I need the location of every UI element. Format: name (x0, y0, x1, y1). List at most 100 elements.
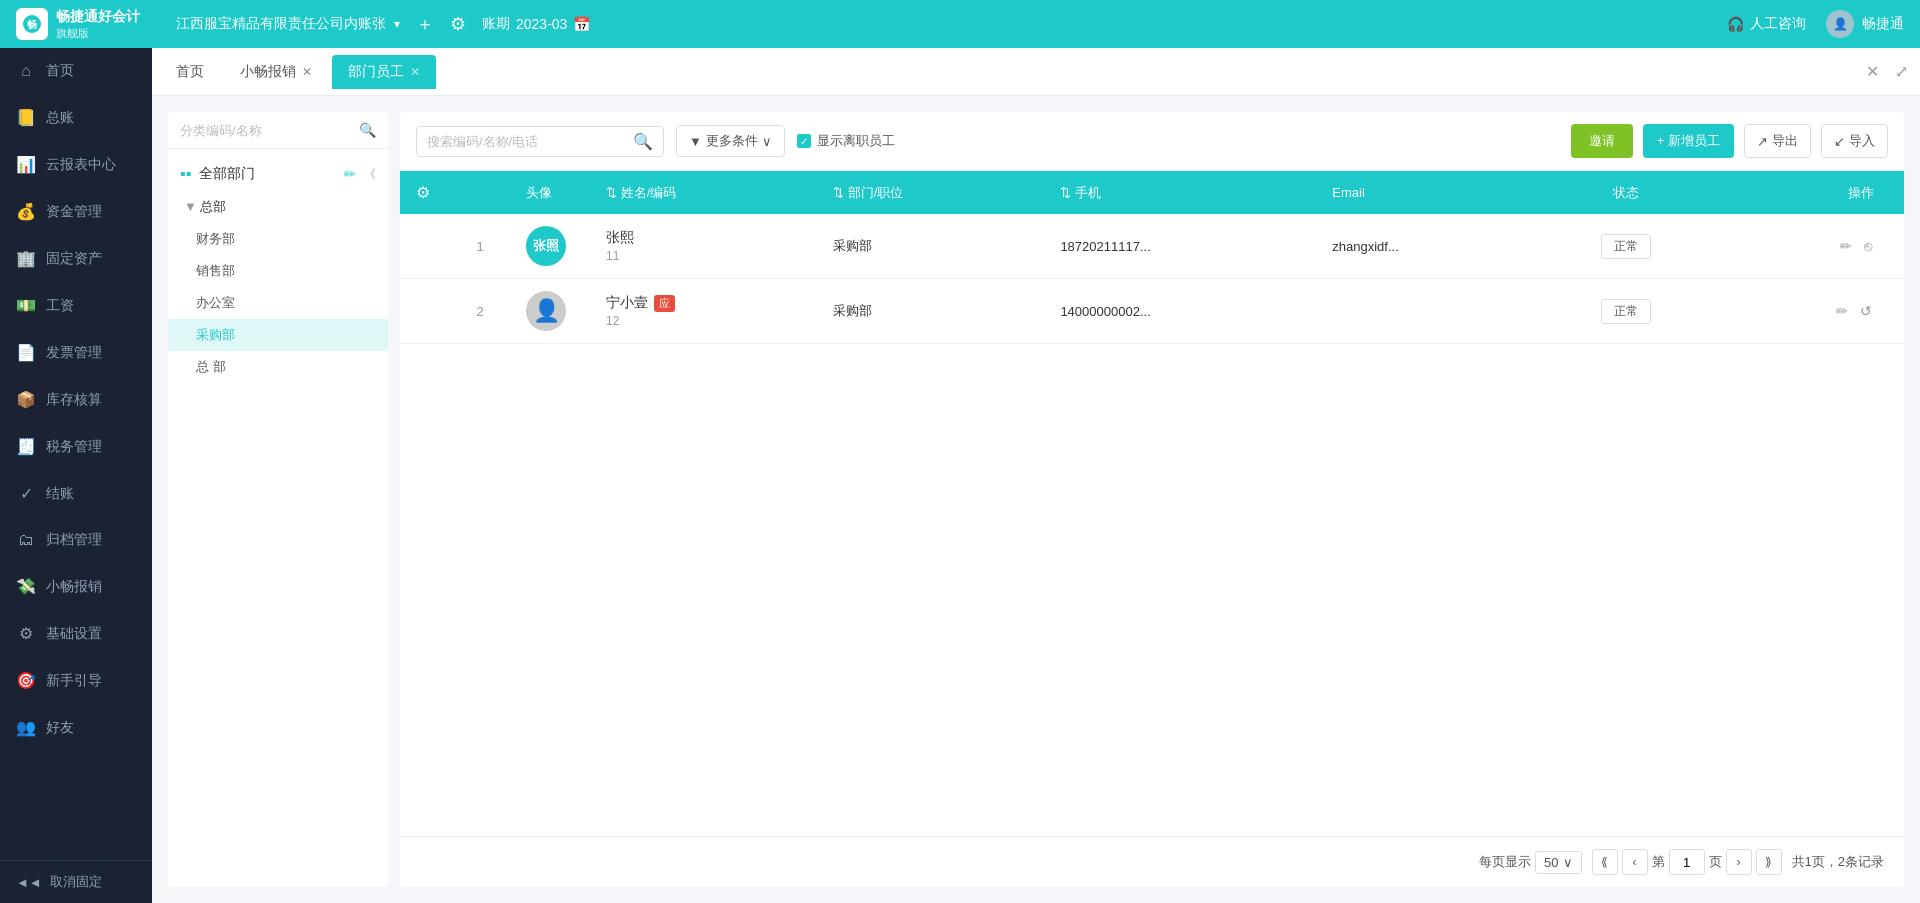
dept-collapse-icon[interactable]: 《 (364, 166, 376, 183)
employee-search-input[interactable] (427, 134, 627, 149)
sidebar-item-label: 库存核算 (46, 391, 102, 409)
sidebar-item-settings[interactable]: ⚙ 基础设置 (0, 610, 152, 657)
avatar: 张照 (526, 226, 566, 266)
dept-col-label: 部门/职位 (848, 185, 904, 200)
row2-settings (400, 279, 450, 344)
import-label: 导入 (1849, 132, 1875, 150)
action-column-header: 操作 (1717, 171, 1904, 214)
sidebar-item-label: 工资 (46, 297, 74, 315)
row1-email: zhangxidf... (1316, 214, 1535, 279)
avatar-silhouette-icon: 👤 (533, 298, 560, 324)
right-panel: 🔍 ▼ 更多条件 ∨ ✓ 显示离职员工 (400, 112, 1904, 887)
invite-button[interactable]: 邀请 (1571, 124, 1633, 158)
table: ⚙ 头像 ⇅ 姓名/编码 (400, 171, 1904, 344)
refresh-icon[interactable]: ↺ (1860, 303, 1872, 319)
page-size-dropdown[interactable]: 50 ∨ (1535, 851, 1581, 874)
sidebar-item-archive[interactable]: 🗂 归档管理 (0, 517, 152, 563)
sidebar-item-capital[interactable]: 💰 资金管理 (0, 188, 152, 235)
export-icon: ↗ (1757, 134, 1768, 149)
sidebar-item-invoice[interactable]: 📄 发票管理 (0, 329, 152, 376)
sidebar-unpin[interactable]: ◄◄ 取消固定 (0, 860, 152, 903)
row1-settings (400, 214, 450, 279)
prev-page-button[interactable]: ‹ (1622, 849, 1648, 875)
calendar-icon[interactable]: 📅 (573, 16, 590, 32)
sidebar-item-label: 云报表中心 (46, 156, 116, 174)
filter-button[interactable]: ▼ 更多条件 ∨ (676, 125, 785, 157)
dept-sales[interactable]: 销售部 (168, 255, 388, 287)
tab-department-close-icon[interactable]: ✕ (410, 66, 420, 78)
next-page-button[interactable]: › (1726, 849, 1752, 875)
user-area[interactable]: 👤 畅捷通 (1826, 10, 1904, 38)
service-label: 人工咨询 (1750, 15, 1806, 33)
first-page-button[interactable]: ⟪ (1592, 849, 1618, 875)
show-resigned-checkbox[interactable]: ✓ 显示离职员工 (797, 132, 895, 150)
chevron-down-icon: ∨ (1563, 855, 1573, 870)
dept-finance-label: 财务部 (196, 231, 235, 246)
phone-col-label: 手机 (1075, 185, 1101, 200)
avatar: 👤 (1826, 10, 1854, 38)
sidebar: ⌂ 首页 📒 总账 📊 云报表中心 💰 资金管理 🏢 固定资产 💵 工资 (0, 48, 152, 903)
home-icon: ⌂ (16, 62, 36, 80)
dept-finance[interactable]: 财务部 (168, 223, 388, 255)
dept-office[interactable]: 办公室 (168, 287, 388, 319)
guide-icon: 🎯 (16, 671, 36, 690)
sidebar-item-label: 固定资产 (46, 250, 102, 268)
sidebar-item-label: 新手引导 (46, 672, 102, 690)
add-button[interactable]: ＋ (416, 12, 434, 36)
sidebar-item-general-ledger[interactable]: 📒 总账 (0, 94, 152, 141)
tab-expense-close-icon[interactable]: ✕ (302, 66, 312, 78)
settings-icon[interactable]: ⚙ (416, 184, 430, 201)
tab-home[interactable]: 首页 (160, 55, 220, 89)
email-column-header: Email (1316, 171, 1535, 214)
num-column-header (450, 171, 510, 214)
sidebar-item-home[interactable]: ⌂ 首页 (0, 48, 152, 94)
sidebar-item-guide[interactable]: 🎯 新手引导 (0, 657, 152, 704)
tab-bar-actions: ✕ ⤢ (1862, 58, 1912, 85)
dept-list: ▪▪ 全部部门 ✏ 《 ▼ 总部 财务部 销售部 (168, 149, 388, 887)
import-button[interactable]: ↙ 导入 (1821, 124, 1888, 158)
dept-hq-label: 总 部 (196, 359, 226, 374)
sidebar-item-closing[interactable]: ✓ 结账 (0, 470, 152, 517)
row1-actions: ✏ ⎋ (1717, 214, 1904, 279)
phone-value: 18720211117... (1060, 239, 1150, 254)
dept-edit-icon[interactable]: ✏ (344, 166, 356, 182)
service-button[interactable]: 🎧 人工咨询 (1727, 15, 1806, 33)
dept-purchase[interactable]: 采购部 (168, 319, 388, 351)
edit-icon[interactable]: ✏ (1840, 238, 1852, 254)
edit-icon[interactable]: ✏ (1836, 303, 1848, 319)
sidebar-item-fixed-assets[interactable]: 🏢 固定资产 (0, 235, 152, 282)
sidebar-item-tax[interactable]: 🧾 税务管理 (0, 423, 152, 470)
sidebar-item-payroll[interactable]: 💵 工资 (0, 282, 152, 329)
phone-value: 14000000002... (1060, 304, 1150, 319)
tab-close-window-icon[interactable]: ✕ (1862, 58, 1883, 85)
tab-home-label: 首页 (176, 63, 204, 81)
dept-search-icon[interactable]: 🔍 (359, 122, 376, 138)
sidebar-item-expense[interactable]: 💸 小畅报销 (0, 563, 152, 610)
dept-all[interactable]: ▪▪ 全部部门 ✏ 《 (168, 157, 388, 191)
logo-area: 畅 畅捷通好会计 旗舰版 (16, 8, 166, 41)
last-page-button[interactable]: ⟫ (1756, 849, 1782, 875)
add-employee-button[interactable]: + 新增员工 (1643, 124, 1734, 158)
avatar-col-label: 头像 (526, 185, 552, 200)
page-size-value: 50 (1544, 855, 1558, 870)
export-button[interactable]: ↗ 导出 (1744, 124, 1811, 158)
page-number-input[interactable] (1669, 849, 1705, 875)
name-column-header[interactable]: ⇅ 姓名/编码 (590, 171, 817, 214)
table-header: ⚙ 头像 ⇅ 姓名/编码 (400, 171, 1904, 214)
account-period: 账期 2023-03 📅 (482, 15, 590, 33)
tab-expense[interactable]: 小畅报销 ✕ (224, 55, 328, 89)
dept-hq[interactable]: 总 部 (168, 351, 388, 383)
tab-department[interactable]: 部门员工 ✕ (332, 55, 436, 89)
show-resigned-label: 显示离职员工 (817, 132, 895, 150)
phone-column-header[interactable]: ⇅ 手机 (1044, 171, 1316, 214)
company-selector[interactable]: 江西服宝精品有限责任公司内账张 ▾ (176, 15, 400, 33)
sidebar-item-cooperate[interactable]: 👥 好友 (0, 704, 152, 751)
tab-maximize-icon[interactable]: ⤢ (1891, 58, 1912, 85)
dept-search-input[interactable] (180, 123, 353, 138)
row1-status: 正常 (1535, 214, 1717, 279)
dept-column-header[interactable]: ⇅ 部门/职位 (817, 171, 1044, 214)
sidebar-item-inventory[interactable]: 📦 库存核算 (0, 376, 152, 423)
sidebar-item-reports[interactable]: 📊 云报表中心 (0, 141, 152, 188)
settings-button[interactable]: ⚙ (450, 13, 466, 35)
logout-icon[interactable]: ⎋ (1864, 238, 1872, 254)
